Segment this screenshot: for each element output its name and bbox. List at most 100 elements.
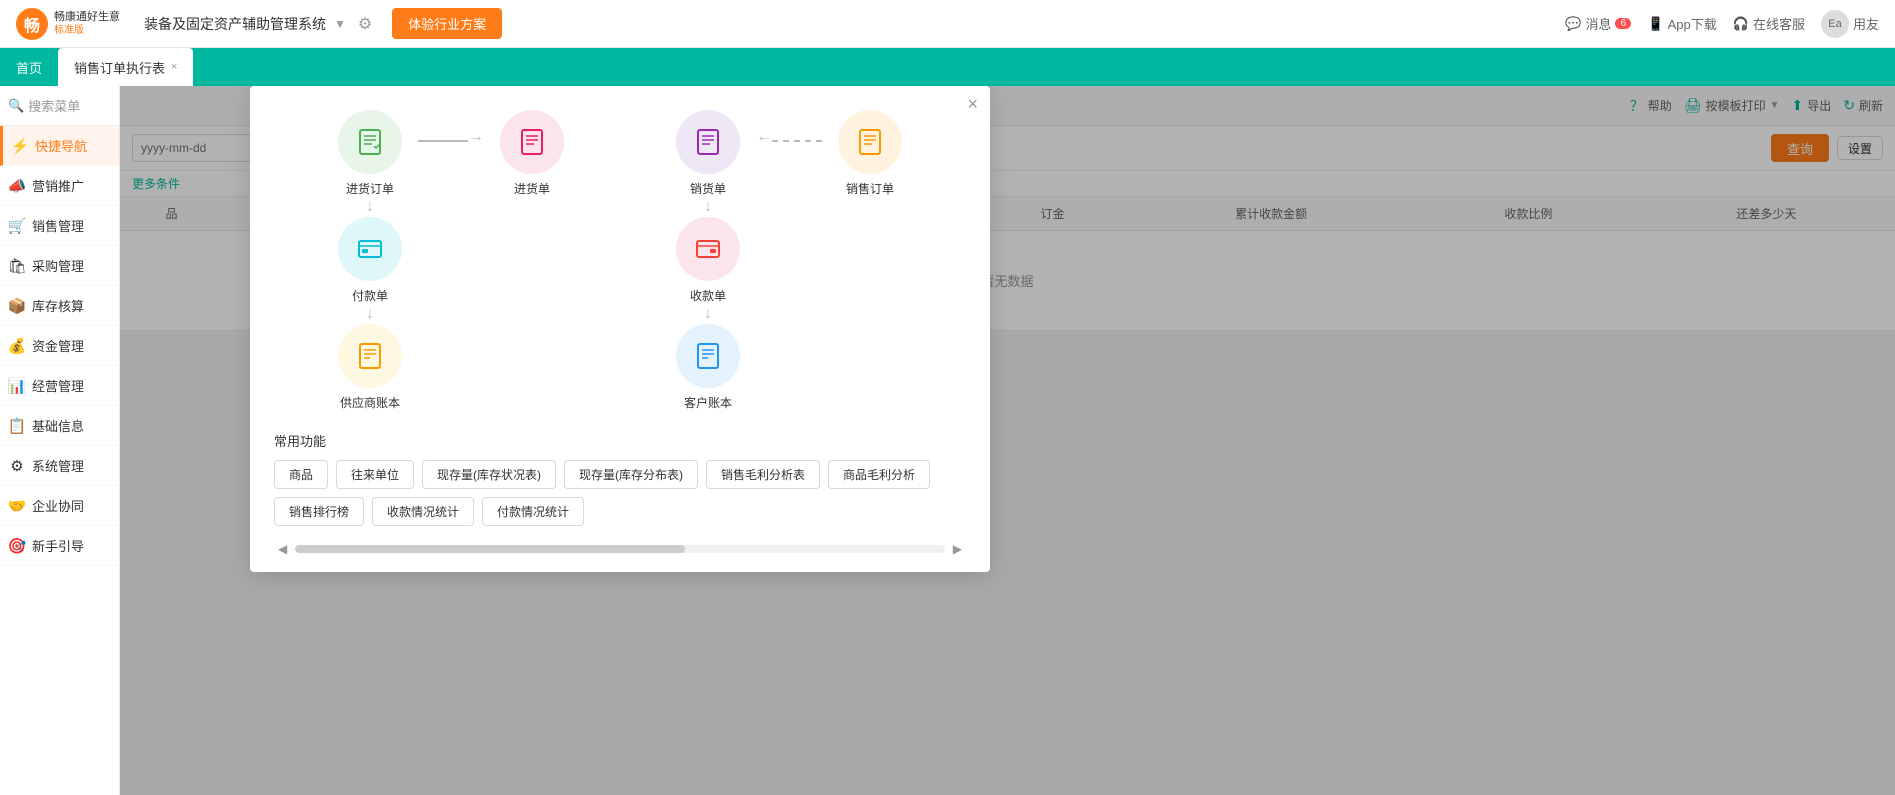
message-btn[interactable]: 💬 消息 6 (1565, 14, 1631, 33)
arrow-down-4: ↓ (704, 304, 712, 324)
func-btn-row-1: 商品 往来单位 现存量(库存状况表) 现存量(库存分布表) 销售毛利分析表 商品… (274, 460, 966, 489)
payment-label: 付款单 (352, 287, 388, 304)
modal-box: × 进货订单 ↓ (250, 86, 990, 572)
supplier-ledger-label: 供应商账本 (340, 394, 400, 411)
system-title-area: 装备及固定资产辅助管理系统 ▼ ⚙ 体验行业方案 (144, 8, 502, 39)
func-btn-sale-profit[interactable]: 销售毛利分析表 (706, 460, 820, 489)
sidebar: 🔍 搜索菜单 ⚡ 快捷导航 📣 营销推广 🛒 销售管理 🛍 采购管理 📦 库存核… (0, 86, 120, 795)
flow-node-purchase-bill[interactable]: 进货单 (500, 110, 564, 197)
modal-overlay: × 进货订单 ↓ (120, 86, 1895, 795)
sales-icon: 🛒 (8, 217, 26, 235)
func-btn-goods-profit[interactable]: 商品毛利分析 (828, 460, 930, 489)
content-area: ？ 帮助 🖨 按模板打印 ▼ ⬆ 导出 ↻ 刷新 📅 单据状态 (120, 86, 1895, 795)
scroll-right-icon[interactable]: ▶ (949, 542, 966, 556)
dropdown-icon[interactable]: ▼ (334, 17, 346, 31)
arrow-down-2: ↓ (366, 304, 374, 324)
basic-info-icon: 📋 (8, 417, 26, 435)
nav-tabs: 首页 销售订单执行表 × (0, 48, 1895, 86)
flow-node-customer-ledger[interactable]: 客户账本 (676, 324, 740, 411)
quick-nav-icon: ⚡ (11, 137, 29, 155)
sidebar-search[interactable]: 🔍 搜索菜单 (0, 86, 119, 126)
sidebar-item-corp[interactable]: 🤝 企业协同 (0, 486, 119, 526)
purchase-order-circle (338, 110, 402, 174)
operation-icon: 📊 (8, 377, 26, 395)
logo-area: 畅 畅康通好生意 标准版 (16, 8, 136, 40)
user-btn[interactable]: Ea 用友 (1821, 10, 1879, 38)
customer-ledger-circle (676, 324, 740, 388)
payment-circle (338, 217, 402, 281)
func-btn-payment-stat[interactable]: 付款情况统计 (482, 497, 584, 526)
sidebar-item-marketing[interactable]: 📣 营销推广 (0, 166, 119, 206)
sidebar-item-quick-nav[interactable]: ⚡ 快捷导航 (0, 126, 119, 166)
flow-node-receipt[interactable]: 收款单 (676, 217, 740, 304)
app-icon: 📱 (1647, 16, 1663, 32)
purchase-order-label: 进货订单 (346, 180, 394, 197)
func-btn-row-2: 销售排行榜 收款情况统计 付款情况统计 (274, 497, 966, 526)
main-layout: 🔍 搜索菜单 ⚡ 快捷导航 📣 营销推广 🛒 销售管理 🛍 采购管理 📦 库存核… (0, 86, 1895, 795)
sidebar-item-system[interactable]: ⚙ 系统管理 (0, 446, 119, 486)
func-btn-partner[interactable]: 往来单位 (336, 460, 414, 489)
corp-icon: 🤝 (8, 497, 26, 515)
message-badge: 6 (1615, 18, 1631, 29)
sale-bill-label: 销货单 (690, 180, 726, 197)
purchase-bill-circle (500, 110, 564, 174)
online-service-btn[interactable]: 🎧 在线客服 (1733, 14, 1805, 33)
flow-node-purchase-order[interactable]: 进货订单 (338, 110, 402, 197)
top-header: 畅 畅康通好生意 标准版 装备及固定资产辅助管理系统 ▼ ⚙ 体验行业方案 💬 … (0, 0, 1895, 48)
scrollbar-track (295, 545, 945, 553)
receipt-label: 收款单 (690, 287, 726, 304)
func-btn-goods[interactable]: 商品 (274, 460, 328, 489)
app-download-btn[interactable]: 📱 App下载 (1647, 14, 1716, 33)
system-icon: ⚙ (8, 457, 26, 475)
flow-node-sale-order[interactable]: 销售订单 (838, 110, 902, 197)
func-btn-sale-rank[interactable]: 销售排行榜 (274, 497, 364, 526)
sidebar-item-basic-info[interactable]: 📋 基础信息 (0, 406, 119, 446)
service-icon: 🎧 (1733, 16, 1749, 32)
inventory-icon: 📦 (8, 297, 26, 315)
sidebar-item-finance[interactable]: 💰 资金管理 (0, 326, 119, 366)
purchase-bill-label: 进货单 (514, 180, 550, 197)
modal-scrollbar-area: ◀ ▶ (274, 542, 966, 556)
logo-icon: 畅 (16, 8, 48, 40)
guide-icon: 🎯 (8, 537, 26, 555)
sidebar-item-inventory[interactable]: 📦 库存核算 (0, 286, 119, 326)
tab-home[interactable]: 首页 (0, 48, 58, 86)
arrow-h-2: ← (756, 110, 822, 146)
tab-sales-order[interactable]: 销售订单执行表 × (58, 48, 193, 86)
mid-left-col: 进货单 (484, 110, 580, 197)
sale-order-circle (838, 110, 902, 174)
arrow-down-1: ↓ (366, 197, 374, 217)
func-btn-receipt-stat[interactable]: 收款情况统计 (372, 497, 474, 526)
modal-close-btn[interactable]: × (967, 94, 978, 115)
sale-order-label: 销售订单 (846, 180, 894, 197)
customer-ledger-label: 客户账本 (684, 394, 732, 411)
flow-node-sale-bill[interactable]: 销货单 (676, 110, 740, 197)
arrow-down-3: ↓ (704, 197, 712, 217)
flow-node-supplier-ledger[interactable]: 供应商账本 (338, 324, 402, 411)
sidebar-item-guide[interactable]: 🎯 新手引导 (0, 526, 119, 566)
search-icon: 🔍 (8, 98, 24, 114)
purchase-icon: 🛍 (8, 257, 26, 275)
system-title: 装备及固定资产辅助管理系统 (144, 14, 326, 34)
flow-node-payment[interactable]: 付款单 (338, 217, 402, 304)
tab-close-icon[interactable]: × (171, 61, 177, 73)
common-func-section: 常用功能 商品 往来单位 现存量(库存状况表) 现存量(库存分布表) 销售毛利分… (274, 431, 966, 526)
left-col: 进货订单 ↓ 付款单 ↓ (322, 110, 418, 411)
sidebar-item-operation[interactable]: 📊 经营管理 (0, 366, 119, 406)
trial-button[interactable]: 体验行业方案 (392, 8, 502, 39)
arrow-h-1: → (418, 110, 484, 146)
sidebar-item-sales[interactable]: 🛒 销售管理 (0, 206, 119, 246)
receipt-circle (676, 217, 740, 281)
settings-icon[interactable]: ⚙ (358, 14, 372, 34)
scrollbar-thumb (295, 545, 685, 553)
finance-icon: 💰 (8, 337, 26, 355)
header-right: 💬 消息 6 📱 App下载 🎧 在线客服 Ea 用友 (1565, 10, 1879, 38)
avatar: Ea (1821, 10, 1849, 38)
common-func-title: 常用功能 (274, 431, 966, 450)
scroll-left-icon[interactable]: ◀ (274, 542, 291, 556)
message-icon: 💬 (1565, 16, 1581, 32)
func-btn-stock-status[interactable]: 现存量(库存状况表) (422, 460, 556, 489)
func-btn-stock-dist[interactable]: 现存量(库存分布表) (564, 460, 698, 489)
sidebar-item-purchase[interactable]: 🛍 采购管理 (0, 246, 119, 286)
supplier-ledger-circle (338, 324, 402, 388)
